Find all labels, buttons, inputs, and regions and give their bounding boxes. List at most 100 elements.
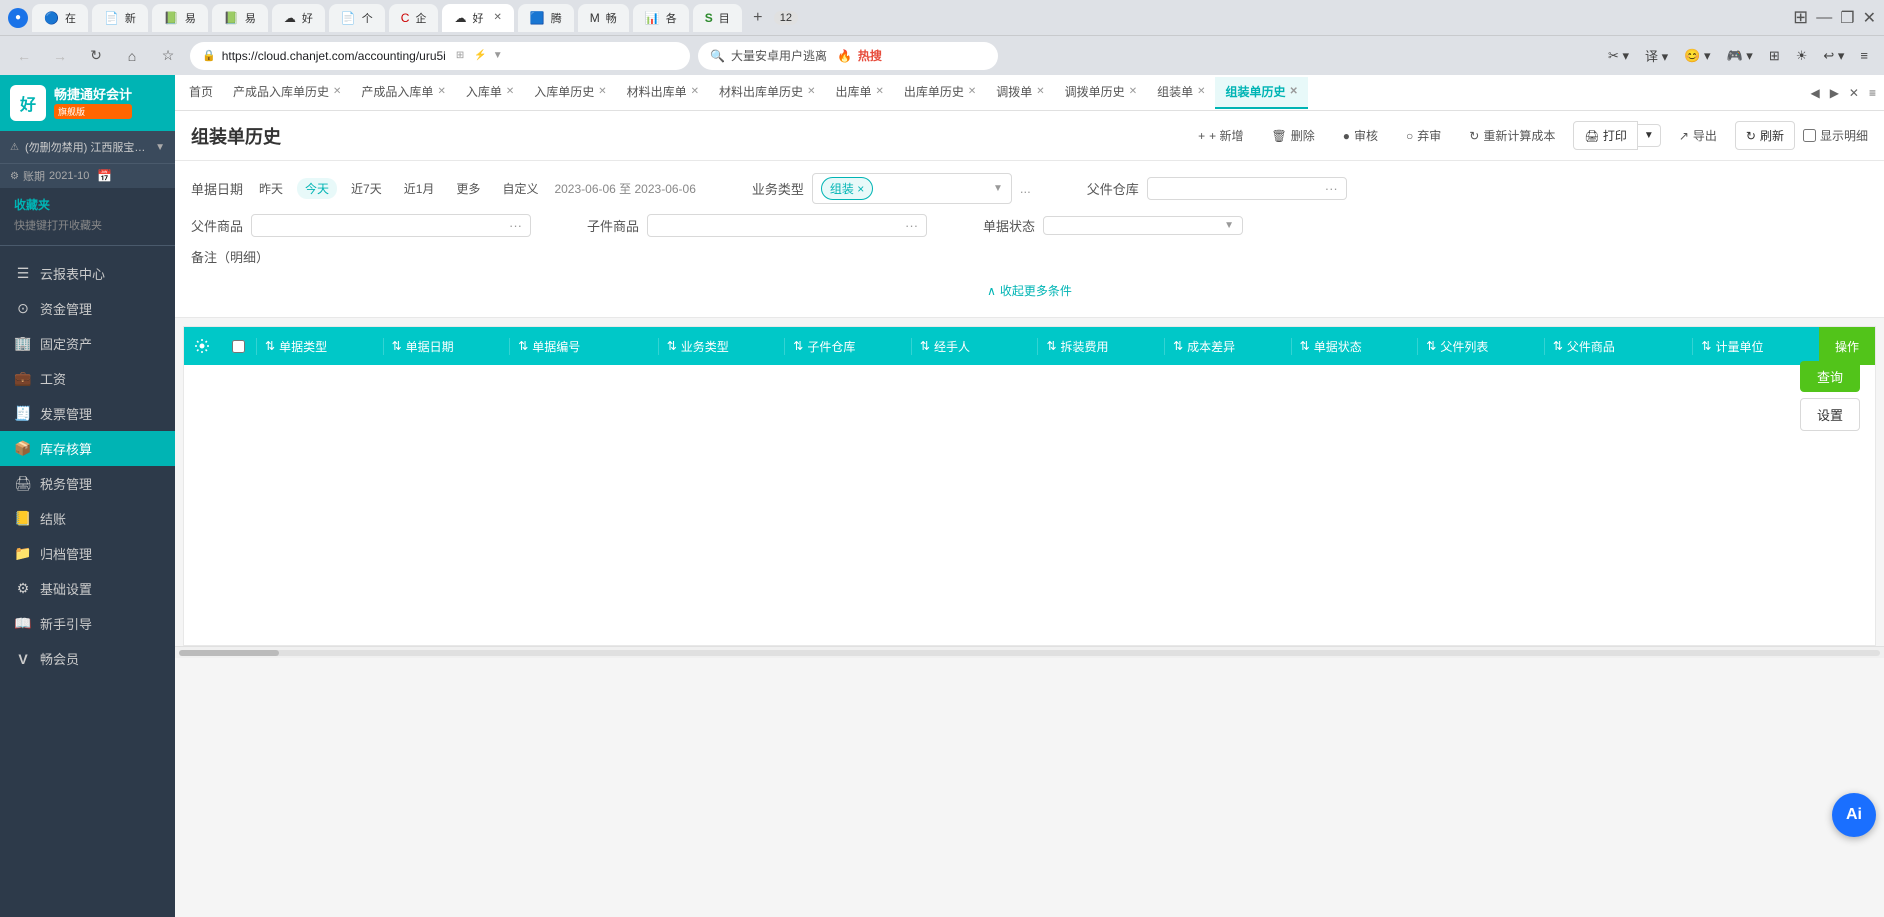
sidebar-item-settings[interactable]: ⚙ 基础设置	[0, 571, 175, 606]
browser-tab-2[interactable]: 📄 新	[92, 4, 148, 32]
new-tab-button[interactable]: +	[746, 6, 770, 30]
content-tab-assemble-history[interactable]: 组装单历史 ✕	[1215, 77, 1307, 109]
prod-in-close[interactable]: ✕	[437, 86, 445, 97]
content-tab-mat-out-history[interactable]: 材料出库单历史 ✕	[709, 77, 825, 109]
sidebar-item-reports[interactable]: ☰ 云报表中心	[0, 256, 175, 291]
grid-tool[interactable]: ⊞	[1763, 46, 1786, 66]
collapse-button[interactable]: ∧ 收起更多条件	[981, 276, 1078, 305]
biz-type-tag[interactable]: 组装 ×	[821, 177, 873, 200]
parent-warehouse-more[interactable]: ···	[1325, 181, 1338, 196]
grid-icon[interactable]: ⊞	[456, 50, 464, 61]
brightness-tool[interactable]: ☀	[1790, 46, 1814, 66]
browser-tab-12[interactable]: S 目	[693, 4, 742, 32]
th-biz-type[interactable]: ⇅ 业务类型	[658, 338, 785, 355]
browser-tab-6[interactable]: 📄 个	[329, 4, 385, 32]
biz-type-select[interactable]: 组装 × ▼	[812, 173, 1012, 204]
browser-tab-1[interactable]: 🔵 在	[32, 4, 88, 32]
out-history-close[interactable]: ✕	[968, 86, 976, 97]
content-tab-in-history[interactable]: 入库单历史 ✕	[524, 77, 616, 109]
child-goods-more[interactable]: ···	[905, 218, 918, 233]
custom-date-btn[interactable]: 自定义	[494, 178, 546, 199]
extensions-icon[interactable]: ⊞	[1793, 7, 1808, 28]
assemble-close[interactable]: ✕	[1197, 86, 1205, 97]
biz-type-more-icon[interactable]: ...	[1020, 181, 1031, 196]
tab-scroll-left[interactable]: ◀	[1806, 86, 1823, 100]
out-close[interactable]: ✕	[875, 86, 883, 97]
game-tool[interactable]: 🎮 ▾	[1720, 46, 1758, 66]
th-unit[interactable]: ⇅ 计量单位	[1692, 338, 1819, 355]
browser-tab-3[interactable]: 📗 易	[152, 4, 208, 32]
th-settings-icon[interactable]	[184, 338, 220, 354]
th-select-all[interactable]	[220, 340, 256, 353]
browser-tab-5[interactable]: ☁ 好	[272, 4, 325, 32]
forward-button[interactable]: →	[46, 42, 74, 70]
yesterday-btn[interactable]: 昨天	[251, 178, 291, 199]
browser-tab-11[interactable]: 📊 各	[633, 4, 689, 32]
browser-tab-8[interactable]: ☁ 好 ✕	[442, 4, 513, 32]
in-history-close[interactable]: ✕	[598, 86, 606, 97]
th-doc-no[interactable]: ⇅ 单据编号	[509, 338, 658, 355]
sidebar-item-member[interactable]: V 畅会员	[0, 641, 175, 676]
refresh-page-button[interactable]: ↻ 刷新	[1735, 121, 1795, 150]
th-parent-list[interactable]: ⇅ 父件列表	[1417, 338, 1544, 355]
last7-btn[interactable]: 近7天	[343, 178, 390, 199]
settings-query-button[interactable]: 设置	[1800, 398, 1860, 431]
ai-button[interactable]: Ai	[1832, 793, 1876, 837]
parent-warehouse-input[interactable]: ···	[1147, 177, 1347, 200]
search-box[interactable]: 🔍 大量安卓用户逃离 🔥 热搜	[698, 42, 998, 70]
transfer-history-close[interactable]: ✕	[1129, 86, 1137, 97]
content-tab-prod-in-history[interactable]: 产成品入库单历史 ✕	[223, 77, 351, 109]
address-dropdown[interactable]: ▼	[493, 50, 503, 61]
sidebar-item-payroll[interactable]: 💼 工资	[0, 361, 175, 396]
scrollbar-thumb[interactable]	[179, 650, 279, 656]
abandon-button[interactable]: ○ 弃审	[1396, 123, 1451, 148]
browser-tab-4[interactable]: 📗 易	[212, 4, 268, 32]
scrollbar-track[interactable]	[179, 650, 1880, 656]
delete-button[interactable]: 🗑 删除	[1261, 123, 1324, 148]
refresh-button[interactable]: ↻	[82, 42, 110, 70]
last1m-btn[interactable]: 近1月	[396, 178, 443, 199]
company-selector[interactable]: ⚠ (勿删勿禁用) 江西服宝测试专用 ▼	[0, 131, 175, 163]
tab-close-all[interactable]: ✕	[1845, 86, 1863, 100]
assemble-history-close[interactable]: ✕	[1290, 86, 1298, 97]
browser-tab-10[interactable]: M 畅	[578, 4, 629, 32]
scissors-tool[interactable]: ✂ ▾	[1602, 46, 1635, 66]
th-child-warehouse[interactable]: ⇅ 子件仓库	[784, 338, 911, 355]
sidebar-item-guide[interactable]: 📖 新手引导	[0, 606, 175, 641]
sidebar-item-inventory[interactable]: 📦 库存核算	[0, 431, 175, 466]
settings-small-icon[interactable]: ⚙	[10, 171, 19, 182]
sidebar-item-assets[interactable]: 🏢 固定资产	[0, 326, 175, 361]
prod-in-history-close[interactable]: ✕	[333, 86, 341, 97]
undo-tool[interactable]: ↩ ▾	[1817, 46, 1850, 66]
sidebar-item-invoice[interactable]: 🧾 发票管理	[0, 396, 175, 431]
in-close[interactable]: ✕	[506, 86, 514, 97]
back-button[interactable]: ←	[10, 42, 38, 70]
select-all-checkbox[interactable]	[232, 340, 245, 353]
sidebar-item-finance[interactable]: ⊙ 资金管理	[0, 291, 175, 326]
parent-goods-input[interactable]: ···	[251, 214, 531, 237]
th-handler[interactable]: ⇅ 经手人	[911, 338, 1038, 355]
address-field[interactable]: 🔒 https://cloud.chanjet.com/accounting/u…	[190, 42, 690, 70]
today-btn[interactable]: 今天	[297, 178, 337, 199]
th-cost-diff[interactable]: ⇅ 成本差异	[1164, 338, 1291, 355]
translate-tool[interactable]: 译 ▾	[1639, 44, 1674, 67]
audit-button[interactable]: ● 审核	[1333, 123, 1388, 148]
browser-tab-7[interactable]: C 企	[389, 4, 439, 32]
child-goods-input[interactable]: ···	[647, 214, 927, 237]
maximize-button[interactable]: ❐	[1840, 8, 1854, 28]
more-date-btn[interactable]: 更多	[448, 178, 488, 199]
show-detail-checkbox[interactable]	[1803, 129, 1816, 142]
calendar-icon[interactable]: 📅	[97, 169, 112, 183]
content-tab-out[interactable]: 出库单 ✕	[825, 77, 893, 109]
th-doc-date[interactable]: ⇅ 单据日期	[383, 338, 510, 355]
emoji-tool[interactable]: 😊 ▾	[1678, 46, 1716, 66]
sidebar-item-close[interactable]: 📒 结账	[0, 501, 175, 536]
minimize-button[interactable]: —	[1816, 9, 1832, 27]
content-tab-out-history[interactable]: 出库单历史 ✕	[894, 77, 986, 109]
transfer-close[interactable]: ✕	[1036, 86, 1044, 97]
content-tab-transfer-history[interactable]: 调拨单历史 ✕	[1055, 77, 1147, 109]
mat-out-history-close[interactable]: ✕	[807, 86, 815, 97]
sidebar-item-tax[interactable]: 🖨 税务管理	[0, 466, 175, 501]
th-doc-status[interactable]: ⇅ 单据状态	[1291, 338, 1418, 355]
tab-options[interactable]: ≡	[1865, 86, 1880, 100]
